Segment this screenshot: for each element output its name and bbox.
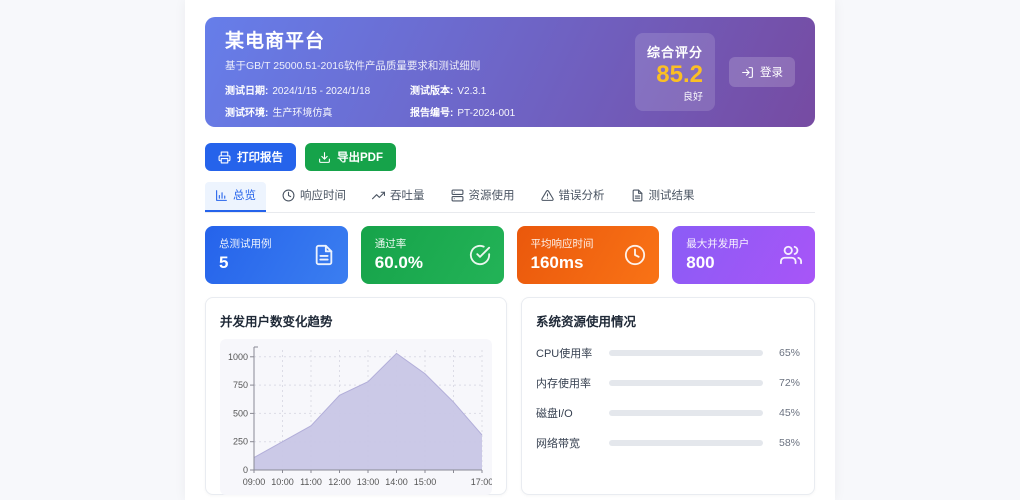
report-panel: 某电商平台 基于GB/T 25000.51-2016软件产品质量要求和测试细则 … xyxy=(185,0,835,500)
page-subtitle: 基于GB/T 25000.51-2016软件产品质量要求和测试细则 xyxy=(225,59,481,72)
overall-score-label: 综合评分 xyxy=(646,44,703,60)
print-report-button[interactable]: 打印报告 xyxy=(205,143,296,171)
detail-cards-row: 并发用户数变化趋势 0 250 500 750 1000 09:00 10:00 11:00 1… xyxy=(205,297,815,495)
resource-progress-track xyxy=(609,380,763,386)
resource-progress-track xyxy=(609,410,763,416)
svg-text:0: 0 xyxy=(243,465,248,475)
resource-row-network: 网络带宽 58% xyxy=(536,435,800,451)
report-tab-bar: 总览 响应时间 吞吐量 资源使用 错误分析 测试结果 xyxy=(205,182,815,213)
page-title: 某电商平台 xyxy=(225,30,326,52)
report-meta-item: 报告编号: PT-2024-001 xyxy=(410,104,515,119)
svg-text:14:00: 14:00 xyxy=(385,477,408,487)
system-resources-card: 系统资源使用情况 CPU使用率 65% 内存使用率 72% 磁盘I/O 45% 网络带宽 58… xyxy=(521,297,815,495)
svg-text:17:00: 17:00 xyxy=(471,477,492,487)
resource-percent: 45% xyxy=(778,407,800,419)
meta-value: 生产环境仿真 xyxy=(272,107,333,119)
meta-value: V2.3.1 xyxy=(457,85,487,97)
stat-cards-row: 总测试用例 5 通过率 60.0% 平均响应时间 160ms 最大并发用户 800 xyxy=(205,226,815,284)
resource-label: CPU使用率 xyxy=(536,348,593,360)
tab-label: 错误分析 xyxy=(558,190,605,202)
report-header-card: 某电商平台 基于GB/T 25000.51-2016软件产品质量要求和测试细则 … xyxy=(205,17,815,127)
concurrent-users-card: 并发用户数变化趋势 0 250 500 750 1000 09:00 10:00 11:00 1… xyxy=(205,297,507,495)
meta-label: 测试版本: xyxy=(410,85,454,97)
resource-progress-track xyxy=(609,440,763,446)
chart-plot-area: 0 250 500 750 1000 09:00 10:00 11:00 12:00 13:00 1… xyxy=(220,339,492,495)
resource-percent: 58% xyxy=(778,437,800,449)
svg-text:11:00: 11:00 xyxy=(300,477,322,487)
resource-row-memory: 内存使用率 72% xyxy=(536,375,800,391)
svg-text:12:00: 12:00 xyxy=(328,477,351,487)
svg-text:750: 750 xyxy=(233,380,248,390)
resource-label: 内存使用率 xyxy=(536,378,591,390)
stat-card-pass-rate: 通过率 60.0% xyxy=(360,226,504,284)
download-icon xyxy=(318,151,331,164)
stat-card-total-cases: 总测试用例 5 xyxy=(205,226,348,284)
overall-score-grade: 良好 xyxy=(683,92,703,104)
meta-value: PT-2024-001 xyxy=(457,107,516,119)
meta-label: 报告编号: xyxy=(410,107,454,119)
report-meta-item: 测试版本: V2.3.1 xyxy=(410,82,515,97)
login-button[interactable]: 登录 xyxy=(729,57,795,87)
resource-row-cpu: CPU使用率 65% xyxy=(536,345,800,361)
chart-card-title: 并发用户数变化趋势 xyxy=(220,315,333,329)
overall-score-value: 85.2 xyxy=(656,60,703,88)
tab-label: 测试结果 xyxy=(648,190,695,202)
tab-resource-usage[interactable]: 资源使用 xyxy=(441,182,525,212)
resource-percent: 65% xyxy=(778,347,800,359)
svg-text:15:00: 15:00 xyxy=(414,477,437,487)
resource-label: 磁盘I/O xyxy=(536,408,573,420)
report-actions: 打印报告 导出PDF xyxy=(205,143,815,171)
check-circle-icon xyxy=(469,244,491,266)
tab-throughput[interactable]: 吞吐量 xyxy=(362,182,435,212)
tab-response-time[interactable]: 响应时间 xyxy=(272,182,356,212)
meta-label: 测试环境: xyxy=(225,107,269,119)
svg-text:09:00: 09:00 xyxy=(243,477,266,487)
svg-text:500: 500 xyxy=(233,408,248,418)
report-header-info: 某电商平台 基于GB/T 25000.51-2016软件产品质量要求和测试细则 … xyxy=(225,26,515,119)
meta-label: 测试日期: xyxy=(225,85,269,97)
svg-text:1000: 1000 xyxy=(228,352,248,362)
users-icon xyxy=(780,244,802,266)
resource-percent: 72% xyxy=(778,377,800,389)
report-meta-item: 测试环境: 生产环境仿真 xyxy=(225,104,410,119)
export-pdf-button[interactable]: 导出PDF xyxy=(305,143,396,171)
stat-card-avg-response: 平均响应时间 160ms xyxy=(516,226,660,284)
report-meta-item: 测试日期: 2024/1/15 - 2024/1/18 xyxy=(225,82,410,97)
alert-triangle-icon xyxy=(540,189,554,202)
report-header-right: 综合评分 85.2 良好 登录 xyxy=(634,32,795,112)
login-button-label: 登录 xyxy=(760,67,783,79)
tab-overview[interactable]: 总览 xyxy=(205,182,266,212)
tab-error-analysis[interactable]: 错误分析 xyxy=(531,182,615,212)
overall-score-box: 综合评分 85.2 良好 xyxy=(634,32,715,112)
clock-icon xyxy=(282,189,295,202)
printer-icon xyxy=(218,151,231,164)
export-pdf-label: 导出PDF xyxy=(337,152,383,164)
resource-progress-track xyxy=(609,350,763,356)
tab-label: 总览 xyxy=(233,190,256,202)
resource-rows: CPU使用率 65% 内存使用率 72% 磁盘I/O 45% 网络带宽 58% xyxy=(536,345,800,451)
tab-label: 响应时间 xyxy=(300,190,346,202)
trending-up-icon xyxy=(372,189,385,202)
resource-label: 网络带宽 xyxy=(536,438,580,450)
tab-test-results[interactable]: 测试结果 xyxy=(621,182,705,212)
login-icon xyxy=(741,66,754,79)
meta-value: 2024/1/15 - 2024/1/18 xyxy=(272,85,371,97)
server-icon xyxy=(451,189,464,202)
svg-text:250: 250 xyxy=(233,437,248,447)
print-report-label: 打印报告 xyxy=(237,152,283,164)
resource-row-disk: 磁盘I/O 45% xyxy=(536,405,800,421)
resources-card-title: 系统资源使用情况 xyxy=(536,315,637,329)
svg-text:10:00: 10:00 xyxy=(271,477,294,487)
report-meta: 测试日期: 2024/1/15 - 2024/1/18 测试版本: V2.3.1 测试环… xyxy=(225,82,515,119)
stat-card-max-concurrency: 最大并发用户 800 xyxy=(672,226,815,284)
concurrent-users-chart: 0 250 500 750 1000 09:00 10:00 11:00 12:00 13:00 1… xyxy=(228,346,492,487)
clock-icon xyxy=(624,244,646,266)
svg-text:13:00: 13:00 xyxy=(357,477,380,487)
tab-label: 吞吐量 xyxy=(390,190,425,202)
tab-label: 资源使用 xyxy=(468,190,515,202)
file-text-icon xyxy=(631,189,644,202)
bar-chart-icon xyxy=(215,189,228,202)
file-text-icon xyxy=(313,244,335,266)
